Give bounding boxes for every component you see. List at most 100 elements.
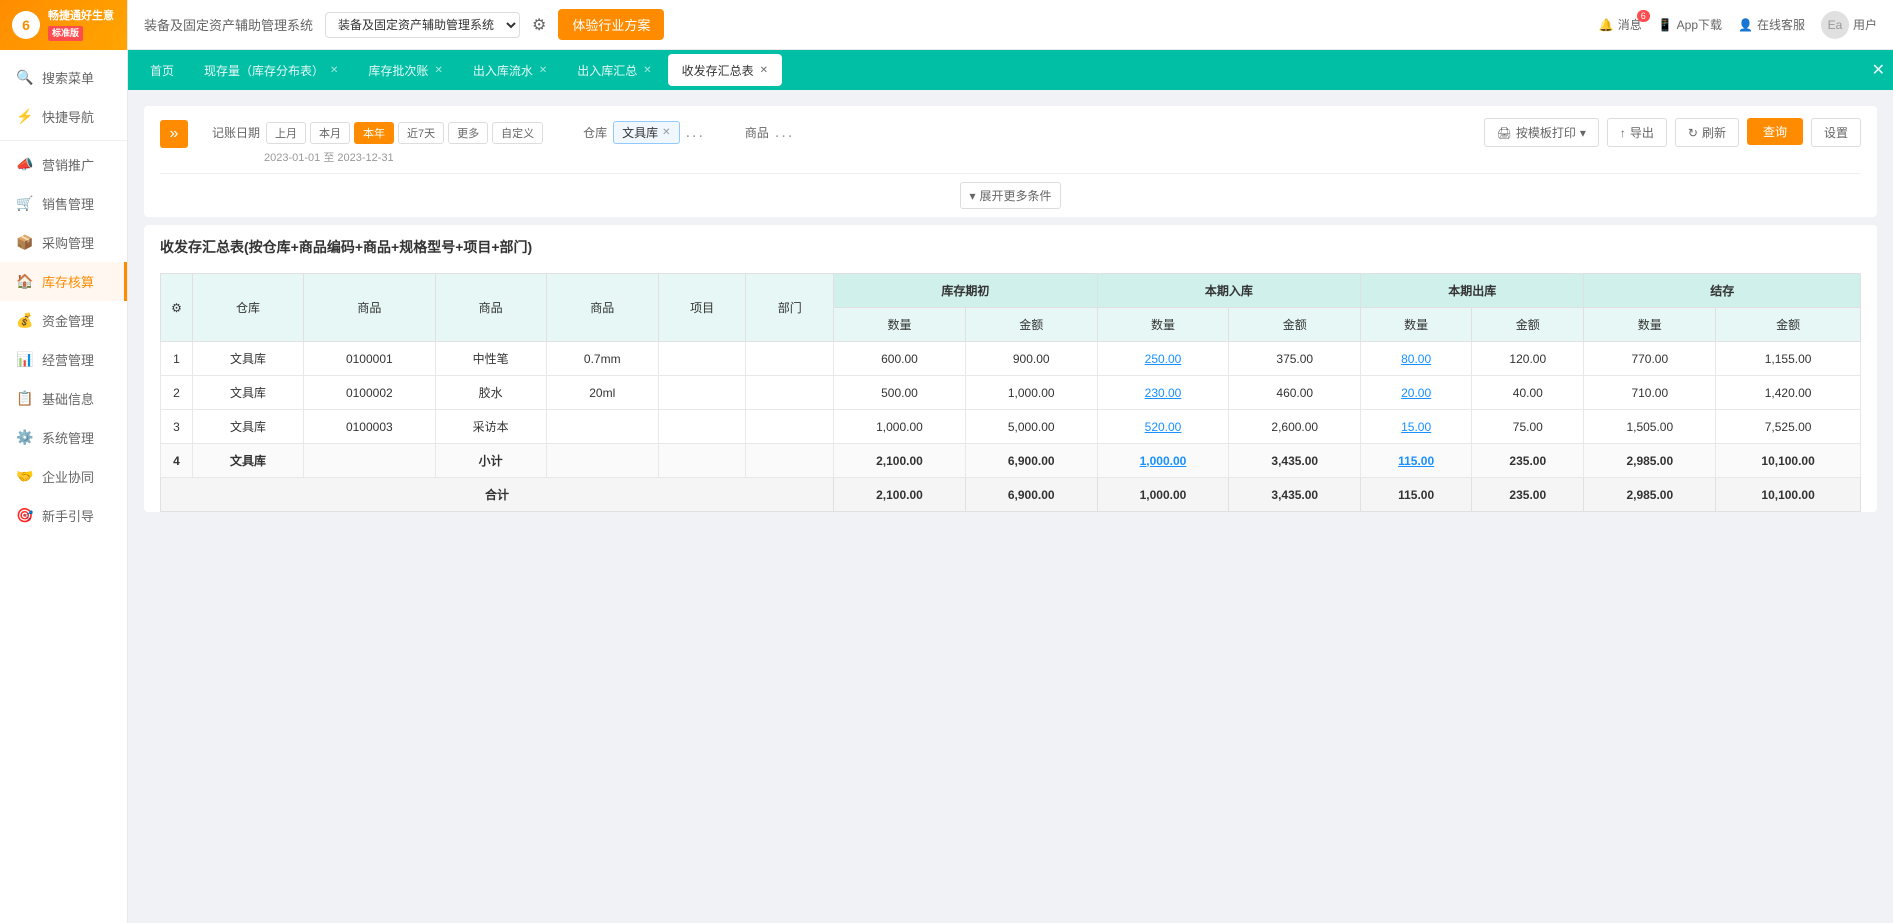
sidebar-menu: 🔍 搜索菜单 ⚡ 快捷导航 📣 营销推广 🛒 销售管理 📦 采购管理 🏠 库存核… xyxy=(0,50,127,543)
refresh-btn[interactable]: ↻ 刷新 xyxy=(1675,118,1739,147)
footer-out-qty: 115.00 xyxy=(1361,478,1472,512)
product-more-btn[interactable]: ... xyxy=(775,124,794,142)
cell-product_name: 中性笔 xyxy=(435,342,546,376)
close-all-tabs-btn[interactable]: ✕ xyxy=(1872,60,1885,80)
footer-out-amount: 235.00 xyxy=(1472,478,1584,512)
tab-inout-flow[interactable]: 出入库流水 ✕ xyxy=(459,54,561,86)
page-title: 收发存汇总表(按仓库+商品编码+商品+规格型号+项目+部门) xyxy=(160,237,1861,257)
cell-product_name: 小计 xyxy=(435,444,546,478)
table-body: 1文具库0100001中性笔0.7mm600.00900.00250.00375… xyxy=(161,342,1861,478)
cell-in-qty[interactable]: 520.00 xyxy=(1097,410,1229,444)
query-btn[interactable]: 查询 xyxy=(1747,118,1803,145)
cell-opening-qty: 2,100.00 xyxy=(834,444,966,478)
tab-inventory-dist[interactable]: 现存量（库存分布表） ✕ xyxy=(190,54,352,86)
trial-btn[interactable]: 体验行业方案 xyxy=(558,9,664,40)
col-opening-amount: 金额 xyxy=(965,308,1097,342)
sidebar-item-basic-info[interactable]: 📋 基础信息 xyxy=(0,379,127,418)
cell-out-amount: 120.00 xyxy=(1472,342,1584,376)
table-row: 1文具库0100001中性笔0.7mm600.00900.00250.00375… xyxy=(161,342,1861,376)
download-icon: 📱 xyxy=(1658,18,1673,32)
tab-close-inventory-dist[interactable]: ✕ xyxy=(330,65,338,76)
sidebar-item-quick-nav[interactable]: ⚡ 快捷导航 xyxy=(0,97,127,136)
warehouse-tag-close-btn[interactable]: ✕ xyxy=(662,127,670,138)
cell-row-num: 1 xyxy=(161,342,193,376)
export-btn[interactable]: ↑ 导出 xyxy=(1607,118,1667,147)
date-btn-last-month[interactable]: 上月 xyxy=(266,122,306,144)
sidebar-item-operations[interactable]: 📊 经营管理 xyxy=(0,340,127,379)
settings-icon[interactable]: ⚙ xyxy=(532,15,546,35)
cell-in-qty[interactable]: 1,000.00 xyxy=(1097,444,1229,478)
sidebar-item-marketing[interactable]: 📣 营销推广 xyxy=(0,145,127,184)
system-select[interactable]: 装备及固定资产辅助管理系统 xyxy=(325,12,520,38)
page-content: » 记账日期 上月 本月 本年 近7天 更多 xyxy=(128,90,1893,923)
date-range-display: 2023-01-01 至 2023-12-31 xyxy=(264,149,1861,165)
date-btn-custom[interactable]: 自定义 xyxy=(492,122,543,144)
date-btn-this-month[interactable]: 本月 xyxy=(310,122,350,144)
sidebar-item-enterprise[interactable]: 🤝 企业协同 xyxy=(0,457,127,496)
tab-close-batch-ledger[interactable]: ✕ xyxy=(434,65,442,76)
cart-icon: 🛒 xyxy=(16,195,34,213)
sidebar: 6 畅捷通好生意 标准版 🔍 搜索菜单 ⚡ 快捷导航 📣 营销推广 🛒 销售管理… xyxy=(0,0,128,923)
date-btn-more[interactable]: 更多 xyxy=(448,122,488,144)
avatar: Ea xyxy=(1821,11,1849,39)
sidebar-item-purchase[interactable]: 📦 采购管理 xyxy=(0,223,127,262)
cell-opening-amount: 900.00 xyxy=(965,342,1097,376)
cell-out-qty[interactable]: 80.00 xyxy=(1361,342,1472,376)
tab-close-receive-summary[interactable]: ✕ xyxy=(760,65,768,76)
cell-project xyxy=(658,410,746,444)
sidebar-item-system[interactable]: ⚙️ 系统管理 xyxy=(0,418,127,457)
date-label: 记账日期 xyxy=(212,124,260,141)
footer-row: 合计 2,100.00 6,900.00 1,000.00 3,435.00 1… xyxy=(161,478,1861,512)
handshake-icon: 🤝 xyxy=(16,468,34,486)
topbar-left: 装备及固定资产辅助管理系统 装备及固定资产辅助管理系统 ⚙ 体验行业方案 xyxy=(144,9,664,40)
page-title-card: 收发存汇总表(按仓库+商品编码+商品+规格型号+项目+部门) ⚙ 仓库 商品 商… xyxy=(144,225,1877,512)
tab-inout-summary[interactable]: 出入库汇总 ✕ xyxy=(563,54,665,86)
print-btn[interactable]: 🖨 按模板打印 ▾ xyxy=(1484,118,1599,147)
footer-closing-qty: 2,985.00 xyxy=(1584,478,1716,512)
cell-closing-amount: 1,420.00 xyxy=(1716,376,1861,410)
col-project: 项目 xyxy=(658,274,746,342)
date-btn-7days[interactable]: 近7天 xyxy=(398,122,444,144)
date-btn-this-year[interactable]: 本年 xyxy=(354,122,394,144)
col-group-opening: 库存期初 xyxy=(834,274,1098,308)
col-warehouse: 仓库 xyxy=(193,274,304,342)
tab-close-inout-summary[interactable]: ✕ xyxy=(643,65,651,76)
notification-btn[interactable]: 🔔 消息 6 xyxy=(1599,16,1642,33)
tab-close-inout-flow[interactable]: ✕ xyxy=(539,65,547,76)
sidebar-item-inventory[interactable]: 🏠 库存核算 xyxy=(0,262,127,301)
expand-icon: ▾ xyxy=(969,189,975,203)
cell-in-qty[interactable]: 250.00 xyxy=(1097,342,1229,376)
sidebar-item-finance[interactable]: 💰 资金管理 xyxy=(0,301,127,340)
table-settings-btn[interactable]: 设置 xyxy=(1811,118,1861,147)
date-buttons: 上月 本月 本年 近7天 更多 自定义 xyxy=(266,122,543,144)
tab-home[interactable]: 首页 xyxy=(136,54,188,86)
cell-out-qty[interactable]: 15.00 xyxy=(1361,410,1472,444)
cell-product_spec: 20ml xyxy=(546,376,658,410)
cell-in-qty[interactable]: 230.00 xyxy=(1097,376,1229,410)
cell-out-qty[interactable]: 20.00 xyxy=(1361,376,1472,410)
user-menu[interactable]: Ea 用户 xyxy=(1821,11,1877,39)
sidebar-item-search[interactable]: 🔍 搜索菜单 xyxy=(0,58,127,97)
tabbar: 首页 现存量（库存分布表） ✕ 库存批次账 ✕ 出入库流水 ✕ 出入库汇总 ✕ … xyxy=(128,50,1893,90)
expand-more-btn[interactable]: ▾ 展开更多条件 xyxy=(960,182,1060,209)
online-service-btn[interactable]: 👤 在线客服 xyxy=(1738,16,1805,33)
cell-closing-amount: 10,100.00 xyxy=(1716,444,1861,478)
cell-product_spec xyxy=(546,410,658,444)
warehouse-more-btn[interactable]: ... xyxy=(686,124,705,142)
cell-product_code: 0100003 xyxy=(303,410,435,444)
money-icon: 💰 xyxy=(16,312,34,330)
tab-receive-summary[interactable]: 收发存汇总表 ✕ xyxy=(668,54,782,86)
tab-batch-ledger[interactable]: 库存批次账 ✕ xyxy=(354,54,456,86)
cell-closing-qty: 770.00 xyxy=(1584,342,1716,376)
sidebar-item-guide[interactable]: 🎯 新手引导 xyxy=(0,496,127,535)
cell-out-qty[interactable]: 115.00 xyxy=(1361,444,1472,478)
filter-toggle-btn[interactable]: » xyxy=(160,120,188,148)
target-icon: 🎯 xyxy=(16,507,34,525)
table-row: 2文具库0100002胶水20ml500.001,000.00230.00460… xyxy=(161,376,1861,410)
bell-icon: 🔔 xyxy=(1599,18,1614,32)
footer-opening-qty: 2,100.00 xyxy=(834,478,966,512)
table-config-icon[interactable]: ⚙ xyxy=(171,301,182,315)
app-download-btn[interactable]: 📱 App下载 xyxy=(1658,16,1722,33)
sidebar-item-sales[interactable]: 🛒 销售管理 xyxy=(0,184,127,223)
product-filter-group: 商品 ... xyxy=(745,124,794,142)
